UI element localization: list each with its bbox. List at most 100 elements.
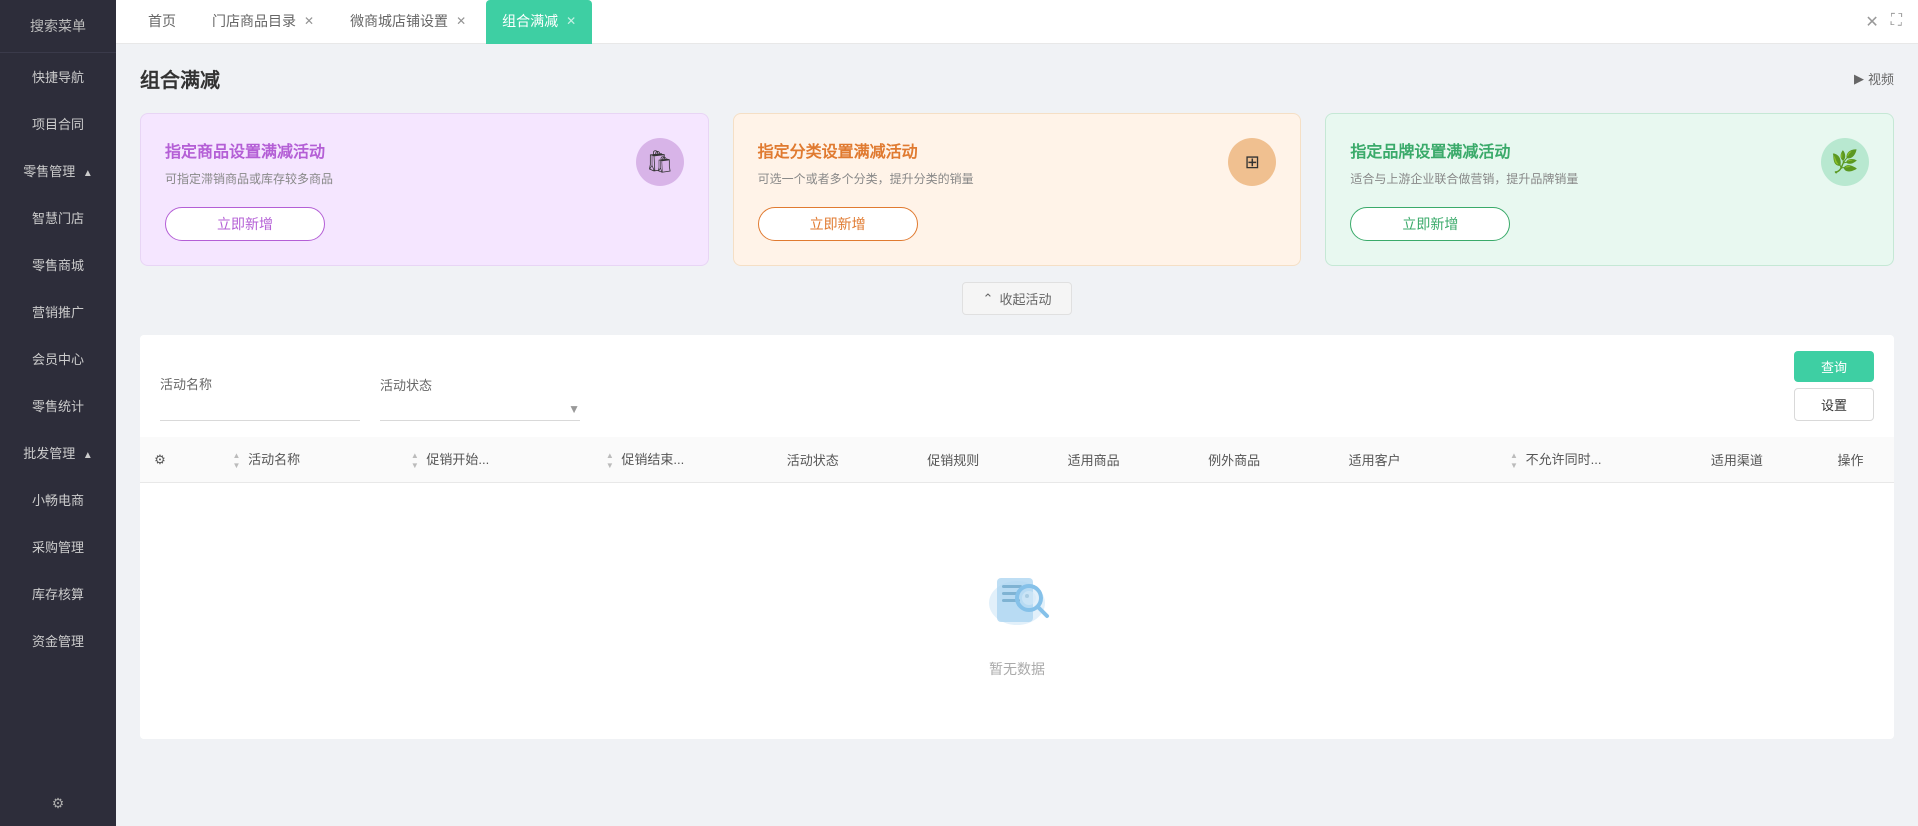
- activity-status-field: 活动状态 ▼: [380, 375, 580, 421]
- table-container: ⚙ ▲▼ 活动名称 ▲▼ 促销开始... ▲▼: [140, 437, 1894, 739]
- activity-name-input[interactable]: [160, 397, 360, 421]
- search-menu-label: 搜索菜单: [30, 18, 86, 34]
- card-brand-add-button[interactable]: 立即新增: [1350, 207, 1510, 241]
- activity-name-label: 活动名称: [160, 374, 360, 393]
- activity-status-label: 活动状态: [380, 375, 580, 394]
- card-category-add-button[interactable]: 立即新增: [758, 207, 918, 241]
- table-header-settings[interactable]: ⚙: [140, 437, 180, 483]
- page-header: 组合满减 ▶ 视频: [140, 64, 1894, 93]
- chevron-down-icon: ▲: [83, 450, 93, 461]
- table-header-excluded-goods: 例外商品: [1164, 437, 1304, 483]
- sidebar-item-label: 采购管理: [32, 540, 84, 555]
- tab-wechat-shop[interactable]: 微商城店铺设置 ✕: [334, 0, 482, 44]
- page-content: 组合满减 ▶ 视频 🛍 指定商品设置满减活动 可指定滞销商品或库存较多商品 立即…: [116, 44, 1918, 826]
- gear-icon: ⚙: [52, 795, 65, 811]
- card-brand-icon: 🌿: [1821, 138, 1869, 186]
- table-header-promo-end: ▲▼ 促销结束...: [548, 437, 743, 483]
- sidebar-item-label: 营销推广: [32, 305, 84, 320]
- sidebar-item-retail-mgmt[interactable]: 零售管理 ▲: [0, 147, 116, 194]
- sidebar-item-label: 智慧门店: [32, 211, 84, 226]
- search-buttons: 查询 设置: [1794, 351, 1874, 421]
- data-table: ⚙ ▲▼ 活动名称 ▲▼ 促销开始... ▲▼: [140, 437, 1894, 483]
- activity-status-select[interactable]: ▼: [380, 398, 580, 421]
- table-header-activity-name: ▲▼ 活动名称: [180, 437, 353, 483]
- card-brand-desc: 适合与上游企业联合做营销，提升品牌销量: [1350, 170, 1869, 187]
- activity-name-field: 活动名称: [160, 374, 360, 421]
- setting-button[interactable]: 设置: [1794, 388, 1874, 421]
- video-label: 视频: [1868, 69, 1894, 88]
- card-product-add-button[interactable]: 立即新增: [165, 207, 325, 241]
- search-area: 活动名称 活动状态 ▼ 查询 设置: [140, 335, 1894, 437]
- sort-arrows-icon[interactable]: ▲▼: [1510, 451, 1518, 470]
- card-product-icon: 🛍: [636, 138, 684, 186]
- chevron-down-icon: ▼: [568, 402, 580, 416]
- sidebar-item-label: 零售统计: [32, 399, 84, 414]
- collapse-label: 收起活动: [999, 289, 1051, 308]
- tab-bar: 首页 门店商品目录 ✕ 微商城店铺设置 ✕ 组合满减 ✕ ✕ ⛶: [116, 0, 1918, 44]
- sidebar-item-label: 会员中心: [32, 352, 84, 367]
- sidebar-item-retail-mall[interactable]: 零售商城: [0, 241, 116, 288]
- chevron-up-icon: ⌃: [983, 291, 994, 307]
- sidebar-item-wholesale-mgmt[interactable]: 批发管理 ▲: [0, 429, 116, 476]
- card-category-title: 指定分类设置满减活动: [758, 138, 1277, 162]
- table-header-applicable-goods: 适用商品: [1023, 437, 1163, 483]
- close-icon[interactable]: ✕: [304, 14, 314, 28]
- table-header-promo-rule: 促销规则: [883, 437, 1023, 483]
- chevron-up-icon: ▲: [83, 168, 93, 179]
- sidebar: 搜索菜单 快捷导航 项目合同 零售管理 ▲ 智慧门店 零售商城 营销推广 会员中…: [0, 0, 116, 826]
- close-icon[interactable]: ✕: [566, 14, 576, 28]
- sidebar-item-member-center[interactable]: 会员中心: [0, 335, 116, 382]
- activity-cards: 🛍 指定商品设置满减活动 可指定滞销商品或库存较多商品 立即新增 ⊞ 指定分类设…: [140, 113, 1894, 266]
- sidebar-item-quick-nav[interactable]: 快捷导航: [0, 53, 116, 100]
- sidebar-item-label: 批发管理: [23, 446, 75, 461]
- tab-home[interactable]: 首页: [132, 0, 192, 44]
- empty-text: 暂无数据: [989, 659, 1045, 679]
- sort-arrows-icon[interactable]: ▲▼: [411, 451, 419, 470]
- sidebar-item-label: 库存核算: [32, 587, 84, 602]
- card-category-icon: ⊞: [1228, 138, 1276, 186]
- sort-arrows-icon[interactable]: ▲▼: [606, 451, 614, 470]
- sidebar-item-label: 项目合同: [32, 117, 84, 132]
- close-window-icon[interactable]: ✕: [1865, 12, 1878, 32]
- sidebar-item-smart-store[interactable]: 智慧门店: [0, 194, 116, 241]
- sidebar-item-project-contract[interactable]: 项目合同: [0, 100, 116, 147]
- video-link[interactable]: ▶ 视频: [1854, 69, 1894, 88]
- sidebar-settings-button[interactable]: ⚙: [0, 781, 116, 826]
- sidebar-item-marketing[interactable]: 营销推广: [0, 288, 116, 335]
- close-icon[interactable]: ✕: [456, 14, 466, 28]
- sidebar-item-finance-mgmt[interactable]: 资金管理: [0, 617, 116, 664]
- card-category-desc: 可选一个或者多个分类，提升分类的销量: [758, 170, 1277, 187]
- query-button[interactable]: 查询: [1794, 351, 1874, 382]
- sidebar-item-retail-stats[interactable]: 零售统计: [0, 382, 116, 429]
- sidebar-search[interactable]: 搜索菜单: [0, 0, 116, 53]
- sidebar-item-label: 资金管理: [32, 634, 84, 649]
- sort-arrows-icon[interactable]: ▲▼: [233, 451, 241, 470]
- table-header-applicable-channels: 适用渠道: [1667, 437, 1807, 483]
- sidebar-item-purchase-mgmt[interactable]: 采购管理: [0, 523, 116, 570]
- sidebar-item-inventory[interactable]: 库存核算: [0, 570, 116, 617]
- collapse-bar: ⌃ 收起活动: [140, 282, 1894, 315]
- table-header-operations: 操作: [1807, 437, 1894, 483]
- table-header-applicable-customers: 适用客户: [1304, 437, 1444, 483]
- tab-combo-discount-label: 组合满减: [502, 11, 558, 31]
- sidebar-item-label: 小畅电商: [32, 493, 84, 508]
- tab-home-label: 首页: [148, 11, 176, 31]
- sidebar-item-ecommerce[interactable]: 小畅电商: [0, 476, 116, 523]
- activity-card-brand: 🌿 指定品牌设置满减活动 适合与上游企业联合做营销，提升品牌销量 立即新增: [1325, 113, 1894, 266]
- search-table-container: 活动名称 活动状态 ▼ 查询 设置: [140, 335, 1894, 739]
- card-brand-title: 指定品牌设置满减活动: [1350, 138, 1869, 162]
- sidebar-item-label: 快捷导航: [32, 70, 84, 85]
- tab-combo-discount[interactable]: 组合满减 ✕: [486, 0, 592, 44]
- activity-card-category: ⊞ 指定分类设置满减活动 可选一个或者多个分类，提升分类的销量 立即新增: [733, 113, 1302, 266]
- sidebar-item-label: 零售商城: [32, 258, 84, 273]
- collapse-activity-button[interactable]: ⌃ 收起活动: [962, 282, 1073, 315]
- card-product-title: 指定商品设置满减活动: [165, 138, 684, 162]
- table-header-promo-start: ▲▼ 促销开始...: [353, 437, 548, 483]
- tab-wechat-shop-label: 微商城店铺设置: [350, 11, 448, 31]
- card-product-desc: 可指定滞销商品或库存较多商品: [165, 170, 684, 187]
- empty-illustration: [967, 543, 1067, 643]
- tab-store-catalog[interactable]: 门店商品目录 ✕: [196, 0, 330, 44]
- expand-window-icon[interactable]: ⛶: [1891, 12, 1902, 32]
- table-header-activity-status: 活动状态: [743, 437, 883, 483]
- sidebar-item-label: 零售管理: [23, 164, 75, 179]
